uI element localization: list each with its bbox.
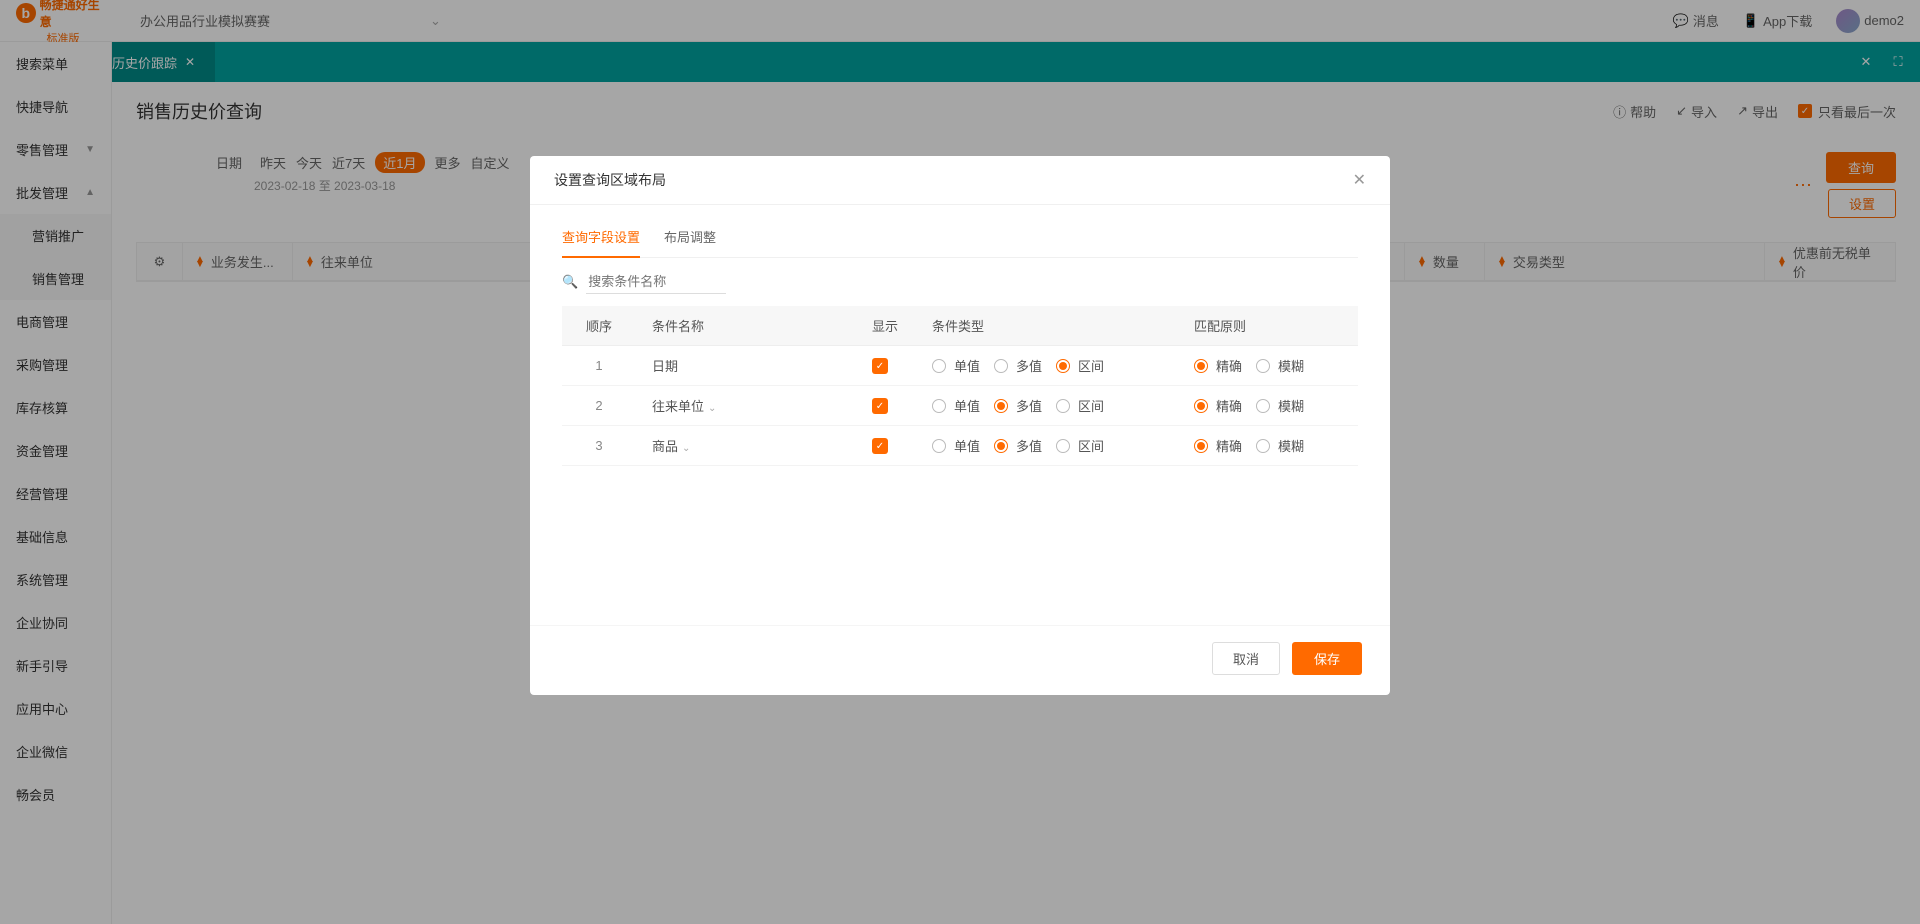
radio-icon xyxy=(1194,399,1208,413)
th-type: 条件类型 xyxy=(916,306,1178,346)
config-row: 1日期✓单值多值区间精确模糊 xyxy=(562,346,1358,386)
cancel-button[interactable]: 取消 xyxy=(1212,642,1280,675)
config-table: 顺序 条件名称 显示 条件类型 匹配原则 1日期✓单值多值区间精确模糊2往来单位… xyxy=(562,306,1358,466)
radio-单值[interactable]: 单值 xyxy=(932,436,980,455)
modal-title: 设置查询区域布局 xyxy=(554,170,666,190)
th-name: 条件名称 xyxy=(636,306,856,346)
radio-icon xyxy=(1194,359,1208,373)
th-seq: 顺序 xyxy=(562,306,636,346)
radio-单值[interactable]: 单值 xyxy=(932,396,980,415)
row-type-group: 单值多值区间 xyxy=(916,386,1178,426)
row-type-group: 单值多值区间 xyxy=(916,346,1178,386)
radio-模糊[interactable]: 模糊 xyxy=(1256,436,1304,455)
modal-tab-fields[interactable]: 查询字段设置 xyxy=(562,221,640,258)
radio-模糊[interactable]: 模糊 xyxy=(1256,356,1304,375)
row-name: 日期 xyxy=(636,346,856,386)
chevron-down-icon[interactable]: ⌄ xyxy=(682,443,690,454)
save-button[interactable]: 保存 xyxy=(1292,642,1362,675)
radio-icon xyxy=(994,439,1008,453)
check-icon: ✓ xyxy=(872,358,888,374)
radio-icon xyxy=(1256,439,1270,453)
radio-icon xyxy=(994,359,1008,373)
config-row: 3商品⌄✓单值多值区间精确模糊 xyxy=(562,426,1358,466)
radio-icon xyxy=(994,399,1008,413)
radio-多值[interactable]: 多值 xyxy=(994,396,1042,415)
search-input[interactable] xyxy=(586,270,726,294)
check-icon: ✓ xyxy=(872,438,888,454)
modal-overlay[interactable]: 设置查询区域布局 ✕ 查询字段设置 布局调整 🔍 顺序 条件名称 显示 条件类型 xyxy=(0,0,1920,924)
search-icon: 🔍 xyxy=(562,274,578,290)
radio-icon xyxy=(1056,399,1070,413)
radio-icon xyxy=(1256,359,1270,373)
row-match-group: 精确模糊 xyxy=(1178,426,1358,466)
row-show-checkbox[interactable]: ✓ xyxy=(856,346,916,386)
row-seq: 3 xyxy=(562,426,636,466)
row-seq: 1 xyxy=(562,346,636,386)
radio-icon xyxy=(1256,399,1270,413)
config-row: 2往来单位⌄✓单值多值区间精确模糊 xyxy=(562,386,1358,426)
settings-modal: 设置查询区域布局 ✕ 查询字段设置 布局调整 🔍 顺序 条件名称 显示 条件类型 xyxy=(530,156,1390,695)
row-match-group: 精确模糊 xyxy=(1178,346,1358,386)
row-show-checkbox[interactable]: ✓ xyxy=(856,386,916,426)
radio-icon xyxy=(1056,439,1070,453)
radio-icon xyxy=(1056,359,1070,373)
row-name: 往来单位⌄ xyxy=(636,386,856,426)
radio-模糊[interactable]: 模糊 xyxy=(1256,396,1304,415)
row-type-group: 单值多值区间 xyxy=(916,426,1178,466)
radio-区间[interactable]: 区间 xyxy=(1056,436,1104,455)
radio-icon xyxy=(932,359,946,373)
radio-精确[interactable]: 精确 xyxy=(1194,436,1242,455)
radio-区间[interactable]: 区间 xyxy=(1056,396,1104,415)
radio-icon xyxy=(932,399,946,413)
th-match: 匹配原则 xyxy=(1178,306,1358,346)
radio-icon xyxy=(932,439,946,453)
modal-tab-layout[interactable]: 布局调整 xyxy=(664,221,716,257)
row-match-group: 精确模糊 xyxy=(1178,386,1358,426)
modal-close-button[interactable]: ✕ xyxy=(1353,170,1366,190)
radio-单值[interactable]: 单值 xyxy=(932,356,980,375)
row-show-checkbox[interactable]: ✓ xyxy=(856,426,916,466)
row-name: 商品⌄ xyxy=(636,426,856,466)
radio-icon xyxy=(1194,439,1208,453)
radio-多值[interactable]: 多值 xyxy=(994,436,1042,455)
radio-精确[interactable]: 精确 xyxy=(1194,396,1242,415)
radio-多值[interactable]: 多值 xyxy=(994,356,1042,375)
radio-精确[interactable]: 精确 xyxy=(1194,356,1242,375)
check-icon: ✓ xyxy=(872,398,888,414)
chevron-down-icon[interactable]: ⌄ xyxy=(708,403,716,414)
th-show: 显示 xyxy=(856,306,916,346)
row-seq: 2 xyxy=(562,386,636,426)
radio-区间[interactable]: 区间 xyxy=(1056,356,1104,375)
